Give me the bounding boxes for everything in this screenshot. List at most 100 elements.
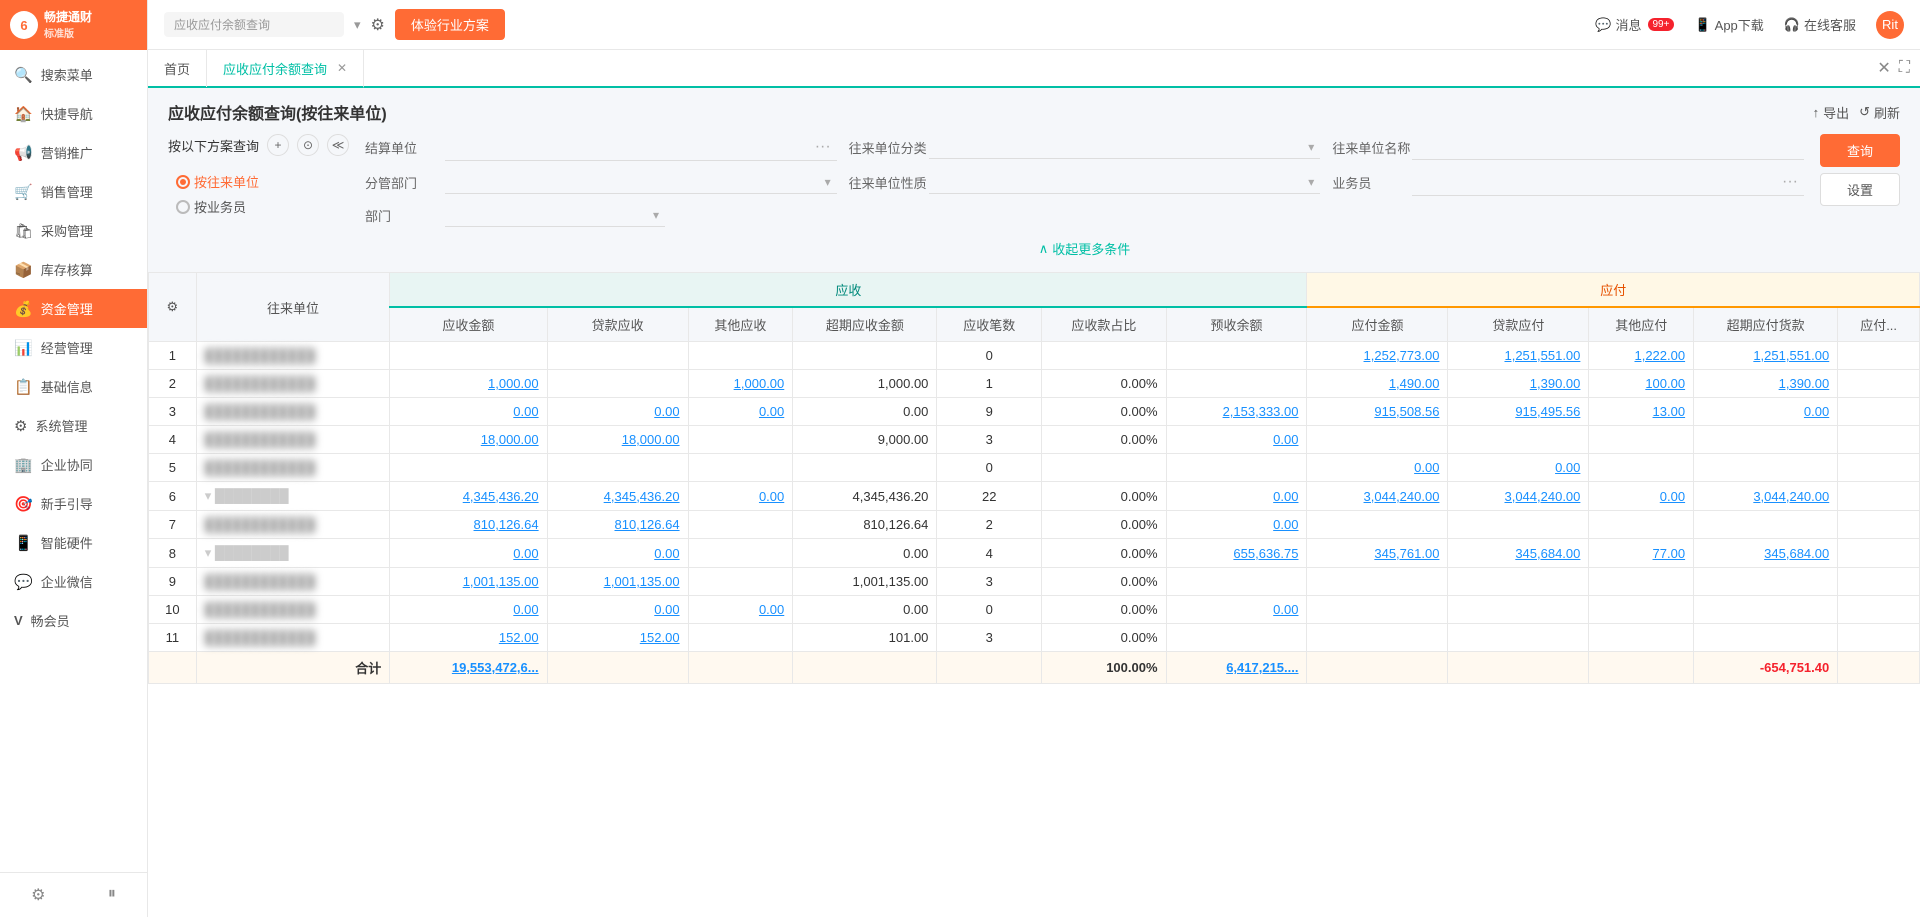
topbar-gear-icon[interactable]: ⚙: [371, 15, 385, 35]
app-icon: 📱: [1694, 17, 1710, 33]
sidebar-label-search: 搜索菜单: [41, 65, 93, 84]
tab-home[interactable]: 首页: [148, 49, 207, 87]
th-ar-count: 应收笔数: [937, 307, 1042, 342]
sub-dept-select[interactable]: ▾: [445, 204, 665, 227]
sidebar-item-collab[interactable]: 🏢 企业协同: [0, 445, 147, 484]
sidebar-logo: 6 畅捷通财 标准版: [0, 0, 147, 50]
tab-close-all-icon[interactable]: ✕: [1877, 58, 1890, 78]
wechat-icon: 💬: [14, 573, 33, 591]
sidebar-label-wechat: 企业微信: [41, 572, 93, 591]
hardware-icon: 📱: [14, 534, 33, 552]
table-settings-header[interactable]: ⚙: [149, 273, 197, 342]
home-icon: 🏠: [14, 105, 33, 123]
industry-solution-button[interactable]: 体验行业方案: [395, 9, 505, 40]
sidebar-collapse-button[interactable]: ⏸: [100, 881, 124, 909]
sidebar-item-basic[interactable]: 📋 基础信息: [0, 367, 147, 406]
salesperson-input[interactable]: ···: [1782, 173, 1798, 191]
settlement-unit-input[interactable]: ···: [815, 138, 831, 156]
sidebar-item-guide[interactable]: 🎯 新手引导: [0, 484, 147, 523]
filter-buttons: 查询 设置: [1820, 134, 1900, 206]
sidebar-item-quicknav[interactable]: 🏠 快捷导航: [0, 94, 147, 133]
table-ap-group-header: 应付: [1307, 273, 1920, 308]
user-avatar[interactable]: Rit: [1876, 11, 1904, 39]
sidebar-item-wechat[interactable]: 💬 企业微信: [0, 562, 147, 601]
unit-category-select[interactable]: ▾: [929, 136, 1321, 159]
table-unit-header: 往来单位: [196, 273, 389, 342]
sidebar-item-inventory[interactable]: 📦 库存核算: [0, 250, 147, 289]
unit-name-input[interactable]: [1412, 136, 1804, 160]
sidebar-item-hardware[interactable]: 📱 智能硬件: [0, 523, 147, 562]
scheme-options: 按往来单位 按业务员: [176, 172, 349, 216]
filter-row-2: 分管部门 ▾ 往来单位性质 ▾: [365, 169, 1804, 196]
sidebar-item-system[interactable]: ⚙ 系统管理: [0, 406, 147, 445]
refresh-button[interactable]: ↺ 刷新: [1859, 103, 1900, 122]
filter-scheme: 按以下方案查询 + ⊙ ≪: [168, 134, 349, 156]
sum-prepay[interactable]: 6,417,215....: [1166, 652, 1307, 684]
topbar: 应收应付余额查询 ▾ ⚙ 体验行业方案 💬 消息 99+ 📱 App下载 🎧 在…: [148, 0, 1920, 50]
table-row: 7████████████810,126.64810,126.64810,126…: [149, 511, 1920, 539]
topbar-online-service[interactable]: 🎧 在线客服: [1784, 15, 1856, 34]
table-container: ⚙ 往来单位 应收 应付 应收金额 贷款应收 其他应收 超期应收金额 应收笔数 …: [148, 272, 1920, 917]
logo-icon: 6: [10, 11, 38, 39]
unit-cell: ████████████: [196, 342, 389, 370]
scheme-by-staff[interactable]: 按业务员: [176, 197, 259, 216]
page-header: 应收应付余额查询(按往来单位) ↑ 导出 ↺ 刷新: [148, 88, 1920, 124]
tab-close-icon[interactable]: ✕: [337, 61, 347, 75]
search-icon: 🔍: [14, 66, 33, 84]
page-actions: ↑ 导出 ↺ 刷新: [1813, 103, 1900, 122]
refresh-label: 刷新: [1874, 103, 1900, 122]
sidebar-item-purchase[interactable]: 🛍 采购管理: [0, 211, 147, 250]
sum-label: 合计: [196, 652, 389, 684]
filter-area: 按以下方案查询 + ⊙ ≪ 按往来单位: [148, 124, 1920, 272]
scheme-by-unit[interactable]: 按往来单位: [176, 172, 259, 191]
th-ap-amt: 应付金额: [1307, 307, 1448, 342]
dept-select[interactable]: ▾: [445, 171, 837, 194]
sidebar-label-guide: 新手引导: [41, 494, 93, 513]
app-download-label: App下载: [1715, 15, 1764, 34]
th-ap-overdue: 超期应付货款: [1694, 307, 1838, 342]
refresh-icon: ↺: [1859, 104, 1870, 120]
topbar-message[interactable]: 💬 消息 99+: [1595, 15, 1674, 34]
sidebar-label-quicknav: 快捷导航: [41, 104, 93, 123]
sidebar-item-search[interactable]: 🔍 搜索菜单: [0, 55, 147, 94]
sidebar-item-sales[interactable]: 🛒 销售管理: [0, 172, 147, 211]
sidebar-settings-button[interactable]: ⚙: [23, 881, 53, 909]
sidebar-logo-edition: 标准版: [44, 25, 92, 40]
query-button[interactable]: 查询: [1820, 134, 1900, 167]
sum-ar-amt[interactable]: 19,553,472,6...: [390, 652, 547, 684]
management-icon: 📊: [14, 339, 33, 357]
sidebar-label-finance: 资金管理: [41, 299, 93, 318]
filter-settlement-unit: 结算单位 ···: [365, 134, 837, 161]
sidebar-item-management[interactable]: 📊 经营管理: [0, 328, 147, 367]
sidebar-label-hardware: 智能硬件: [41, 533, 93, 552]
filter-collapse-button[interactable]: ∧ 收起更多条件: [365, 235, 1804, 262]
page-title: 应收应付余额查询(按往来单位): [168, 100, 387, 124]
sidebar-item-marketing[interactable]: 📢 营销推广: [0, 133, 147, 172]
unit-cell: ████████████: [196, 596, 389, 624]
unit-nature-select[interactable]: ▾: [929, 171, 1321, 194]
dept-chevron: ▾: [825, 175, 831, 189]
sidebar-bottom: ⚙ ⏸: [0, 872, 147, 917]
unit-cell: ████████████: [196, 398, 389, 426]
main-content: 应收应付余额查询 ▾ ⚙ 体验行业方案 💬 消息 99+ 📱 App下载 🎧 在…: [148, 0, 1920, 917]
collapse-scheme-button[interactable]: ≪: [327, 134, 349, 156]
th-ap-other: 其他应付: [1589, 307, 1694, 342]
topbar-app-download[interactable]: 📱 App下载: [1694, 15, 1763, 34]
message-badge: 99+: [1648, 18, 1675, 31]
th-ar-other: 其他应收: [688, 307, 793, 342]
setting-button[interactable]: 设置: [1820, 173, 1900, 206]
add-scheme-button[interactable]: +: [267, 134, 289, 156]
edit-scheme-button[interactable]: ⊙: [297, 134, 319, 156]
sidebar-item-finance[interactable]: 💰 资金管理: [0, 289, 147, 328]
export-icon: ↑: [1813, 105, 1820, 120]
tab-expand-icon[interactable]: ⛶: [1899, 59, 1910, 77]
table-row: 4████████████18,000.0018,000.009,000.003…: [149, 426, 1920, 454]
topbar-chevron-icon[interactable]: ▾: [354, 17, 361, 33]
export-label: 导出: [1823, 103, 1849, 122]
system-icon: ⚙: [14, 417, 27, 435]
sidebar-item-member[interactable]: V 畅会员: [0, 601, 147, 640]
sidebar-logo-name: 畅捷通财: [44, 10, 92, 26]
export-button[interactable]: ↑ 导出: [1813, 103, 1850, 122]
filter-unit-nature: 往来单位性质 ▾: [849, 171, 1321, 194]
tab-ar-ap[interactable]: 应收应付余额查询 ✕: [207, 50, 364, 88]
